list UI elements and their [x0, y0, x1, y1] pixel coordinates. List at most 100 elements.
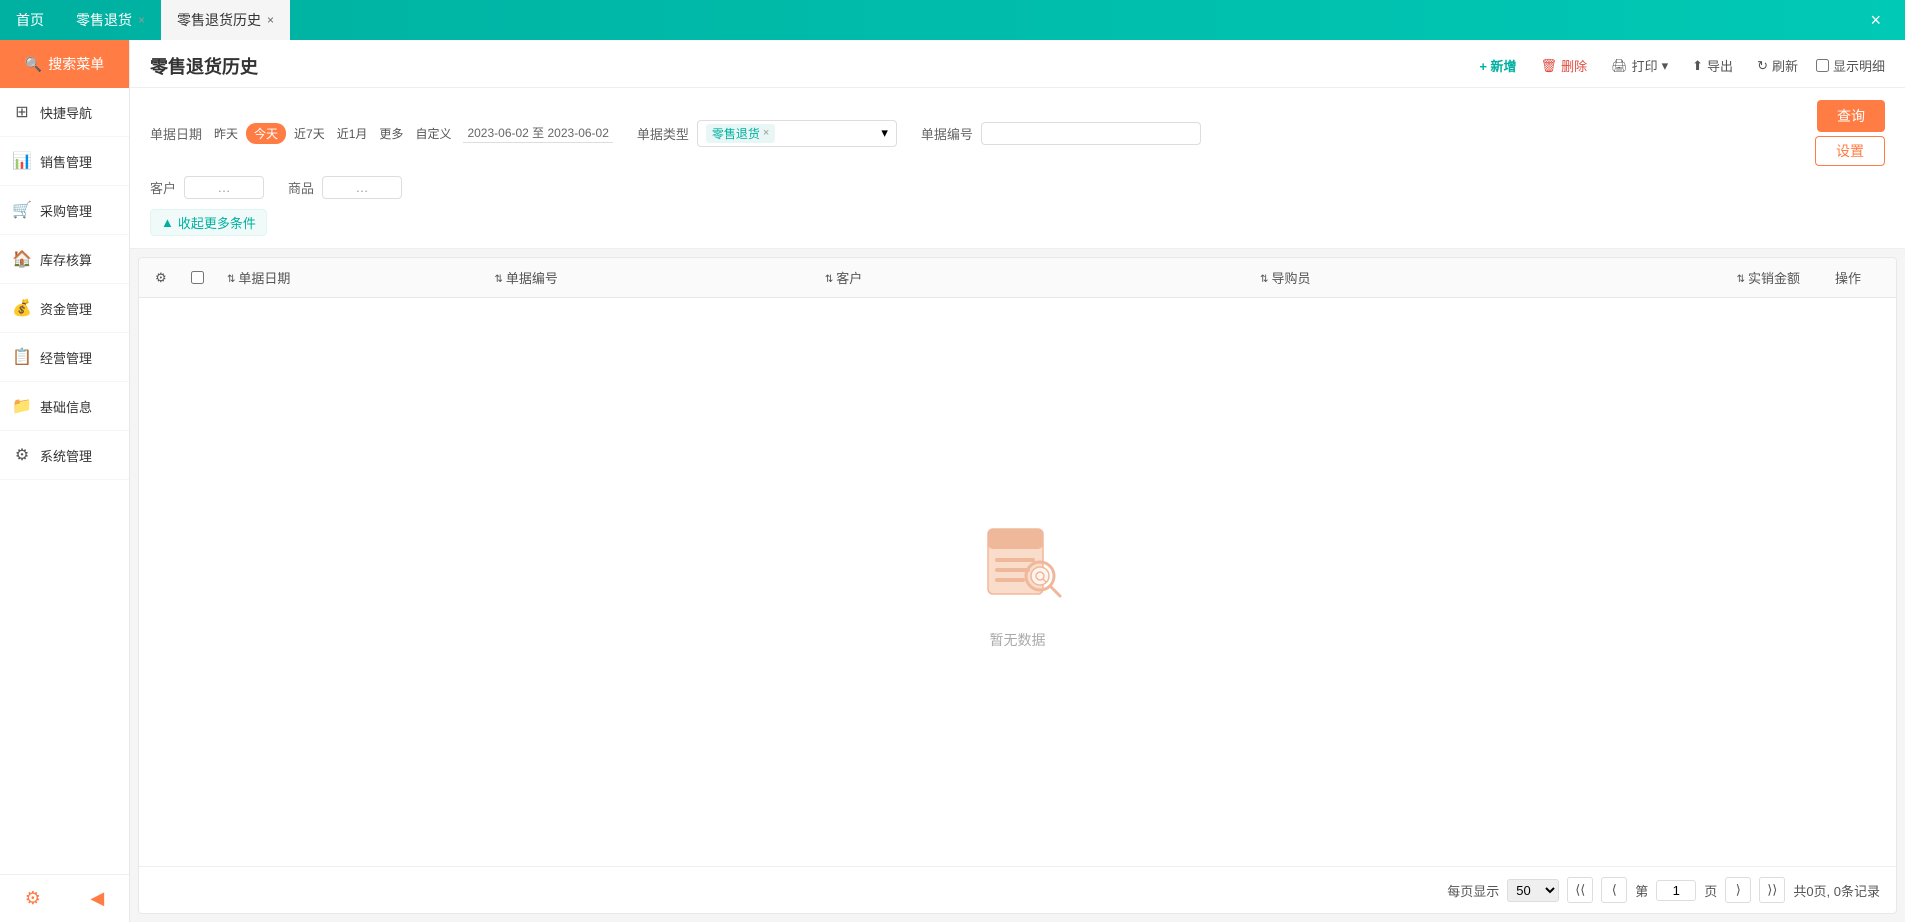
set-button[interactable]: 设置	[1815, 136, 1885, 166]
tab-retail-return-history-close[interactable]: ×	[267, 13, 274, 27]
date-btn-more[interactable]: 更多	[375, 123, 407, 144]
date-btn-7days[interactable]: 近7天	[290, 123, 329, 144]
system-icon: ⚙	[12, 445, 32, 465]
sidebar-item-finance[interactable]: 💰 资金管理	[0, 284, 129, 333]
select-all-checkbox[interactable]	[191, 271, 204, 284]
inventory-icon: 🏠	[12, 249, 32, 269]
table-col-amount: 实销金额	[1582, 258, 1808, 297]
query-set-group: 查询 设置	[1815, 100, 1885, 166]
table-col-customer: 客户	[817, 258, 1252, 297]
page-label-end: 页	[1704, 881, 1717, 900]
filter-doc-no: 单据编号	[921, 122, 1201, 145]
sort-amount-icon[interactable]	[1737, 270, 1745, 285]
sidebar-nav: ⊞ 快捷导航 📊 销售管理 🛒 采购管理 🏠 库存核算 💰 资金管理 📋	[0, 88, 129, 874]
refresh-button[interactable]: ↻ 刷新	[1751, 52, 1804, 79]
show-detail-checkbox-label[interactable]: 显示明细	[1816, 56, 1885, 75]
window-close-button[interactable]: ×	[1862, 10, 1889, 31]
sidebar-settings-button[interactable]: ⚙	[25, 888, 41, 909]
content-area: 零售退货历史 + 新增 🗑 删除 🖨 打印 ⬆ 导出	[130, 40, 1905, 922]
date-filter-label: 单据日期	[150, 124, 202, 143]
type-select-chevron	[881, 125, 888, 141]
tab-home-label: 首页	[16, 10, 44, 30]
new-button[interactable]: + 新增	[1473, 52, 1522, 79]
collapse-filter-button[interactable]: ▲ 收起更多条件	[150, 209, 267, 236]
table-setting-icon[interactable]: ⚙	[155, 270, 167, 286]
sidebar-item-label-inventory: 库存核算	[40, 250, 92, 269]
filter-area: 单据日期 昨天 今天 近7天 近1月 更多 自定义 2023-06-02 至 2…	[130, 88, 1905, 249]
date-btn-custom[interactable]: 自定义	[411, 123, 455, 144]
page-label: 第	[1635, 881, 1648, 900]
table-col-date: 单据日期	[219, 258, 487, 297]
finance-icon: 💰	[12, 298, 32, 318]
type-tag-close[interactable]: ×	[763, 127, 769, 139]
page-number-input[interactable]	[1656, 880, 1696, 901]
sidebar-item-operations[interactable]: 📋 经营管理	[0, 333, 129, 382]
tab-retail-return[interactable]: 零售退货 ×	[60, 0, 161, 40]
date-btn-today[interactable]: 今天	[246, 123, 286, 144]
table-col-no: 单据编号	[487, 258, 817, 297]
sidebar-item-inventory[interactable]: 🏠 库存核算	[0, 235, 129, 284]
customer-select-button[interactable]: …	[184, 176, 264, 199]
date-btn-yesterday[interactable]: 昨天	[210, 123, 242, 144]
last-page-button[interactable]: ⟩⟩	[1759, 877, 1785, 903]
next-page-button[interactable]: ⟩	[1725, 877, 1751, 903]
tab-retail-return-close[interactable]: ×	[138, 13, 145, 27]
sidebar-collapse-button[interactable]: ◀	[90, 888, 104, 909]
collapse-label: 收起更多条件	[178, 213, 256, 232]
sort-customer-icon[interactable]	[825, 270, 833, 285]
export-button[interactable]: ⬆ 导出	[1686, 52, 1739, 79]
col-no-label: 单据编号	[506, 268, 558, 287]
top-bar-right: ×	[1862, 10, 1905, 31]
empty-state: 暂无数据	[139, 298, 1896, 866]
sidebar-item-label-finance: 资金管理	[40, 299, 92, 318]
sidebar-item-label-system: 系统管理	[40, 446, 92, 465]
sidebar-item-base-info[interactable]: 📁 基础信息	[0, 382, 129, 431]
filter-product: 商品 …	[288, 176, 402, 199]
table-container: ⚙ 单据日期 单据编号 客户	[138, 257, 1897, 914]
sidebar-item-label-purchase: 采购管理	[40, 201, 92, 220]
table-header: ⚙ 单据日期 单据编号 客户	[139, 258, 1896, 298]
tab-retail-return-history[interactable]: 零售退货历史 ×	[161, 0, 290, 40]
type-select[interactable]: 零售退货 ×	[697, 120, 897, 147]
main-layout: 🔍 搜索菜单 ⊞ 快捷导航 📊 销售管理 🛒 采购管理 🏠 库存核算 💰	[0, 40, 1905, 922]
print-icon: 🖨	[1611, 58, 1628, 74]
sidebar-item-system[interactable]: ⚙ 系统管理	[0, 431, 129, 480]
doc-no-input[interactable]	[981, 122, 1201, 145]
product-filter-label: 商品	[288, 178, 314, 197]
sort-no-icon[interactable]	[495, 270, 503, 285]
sort-guide-icon[interactable]	[1260, 270, 1268, 285]
delete-button[interactable]: 🗑 删除	[1535, 52, 1594, 79]
sidebar-item-quick-nav[interactable]: ⊞ 快捷导航	[0, 88, 129, 137]
product-select-button[interactable]: …	[322, 176, 402, 199]
filter-row-2: 客户 … 商品 …	[150, 176, 1885, 199]
tab-home[interactable]: 首页	[0, 0, 60, 40]
export-icon: ⬆	[1692, 58, 1703, 74]
table-check-col	[183, 261, 219, 294]
prev-page-button[interactable]: ⟨	[1601, 877, 1627, 903]
page-size-select[interactable]: 50 10 20 100	[1507, 879, 1559, 902]
print-button[interactable]: 🖨 打印	[1605, 52, 1674, 79]
page-title: 零售退货历史	[150, 53, 258, 79]
operations-icon: 📋	[12, 347, 32, 367]
date-btn-1month[interactable]: 近1月	[333, 123, 372, 144]
show-detail-checkbox[interactable]	[1816, 59, 1829, 72]
type-filter-label: 单据类型	[637, 124, 689, 143]
page-size-label: 每页显示	[1447, 881, 1499, 900]
filter-customer: 客户 …	[150, 176, 264, 199]
total-info: 共0页, 0条记录	[1793, 881, 1880, 900]
sort-date-icon[interactable]	[227, 270, 235, 285]
sidebar-search[interactable]: 🔍 搜索菜单	[0, 40, 129, 88]
query-button[interactable]: 查询	[1817, 100, 1885, 132]
sidebar-item-sales-mgmt[interactable]: 📊 销售管理	[0, 137, 129, 186]
refresh-icon: ↻	[1757, 58, 1768, 74]
doc-no-filter-label: 单据编号	[921, 124, 973, 143]
empty-icon	[968, 514, 1068, 614]
delete-icon: 🗑	[1541, 58, 1558, 74]
sidebar-item-label-sales: 销售管理	[40, 152, 92, 171]
top-bar: 首页 零售退货 × 零售退货历史 × ×	[0, 0, 1905, 40]
sidebar-item-label-operations: 经营管理	[40, 348, 92, 367]
date-range-display[interactable]: 2023-06-02 至 2023-06-02	[463, 123, 612, 143]
new-button-label: + 新增	[1479, 56, 1516, 75]
first-page-button[interactable]: ⟨⟨	[1567, 877, 1593, 903]
sidebar-item-purchase-mgmt[interactable]: 🛒 采购管理	[0, 186, 129, 235]
